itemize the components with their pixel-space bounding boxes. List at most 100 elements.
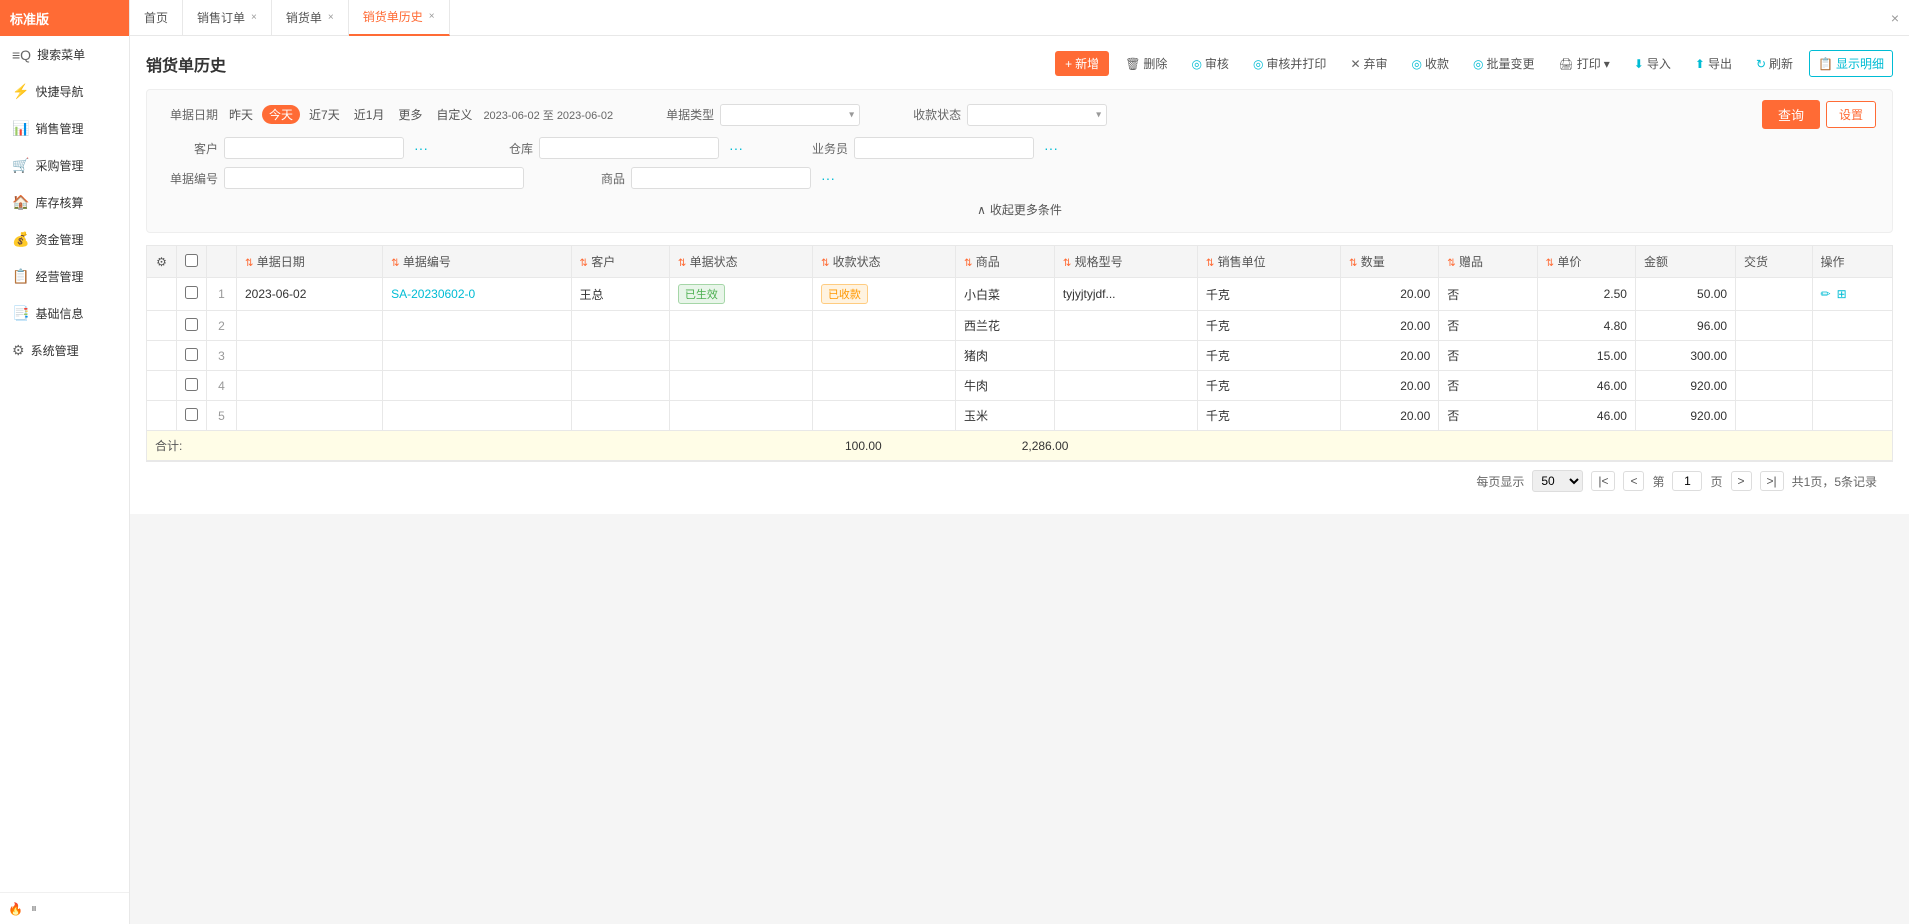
row-doc-no[interactable] — [383, 311, 571, 341]
customer-input[interactable] — [224, 137, 404, 159]
tab-home[interactable]: 首页 — [130, 0, 183, 36]
sort-icon[interactable]: ⇅ — [1206, 258, 1214, 269]
customer-dots[interactable]: ··· — [410, 140, 432, 156]
sidebar-item-ops-mgmt[interactable]: 📋 经营管理 — [0, 258, 129, 295]
sort-icon[interactable]: ⇅ — [580, 258, 588, 269]
show-detail-button[interactable]: 📋 显示明细 — [1809, 50, 1893, 77]
close-sales-history-icon[interactable]: × — [429, 11, 435, 22]
abandon-button[interactable]: ✕ 弃审 — [1342, 51, 1395, 76]
goods-input[interactable] — [631, 167, 811, 189]
batch-change-button[interactable]: ◎ 批量变更 — [1465, 51, 1543, 76]
sidebar-item-basic-info[interactable]: 📑 基础信息 — [0, 295, 129, 332]
staff-dots[interactable]: ··· — [1040, 140, 1062, 156]
edit-action[interactable]: ✏ — [1821, 287, 1831, 301]
refresh-button[interactable]: ↻ 刷新 — [1748, 51, 1801, 76]
export-button[interactable]: ⬆ 导出 — [1687, 51, 1740, 76]
col-gift[interactable]: ⇅ 赠品 — [1439, 246, 1537, 278]
warehouse-dots[interactable]: ··· — [725, 140, 747, 156]
sidebar-bottom-icon1[interactable]: 🔥 — [8, 902, 23, 916]
col-settings[interactable]: ⚙ — [147, 246, 177, 278]
col-spec[interactable]: ⇅ 规格型号 — [1054, 246, 1197, 278]
close-sales-delivery-icon[interactable]: × — [328, 12, 334, 23]
col-pay-status[interactable]: ⇅ 收款状态 — [812, 246, 955, 278]
sidebar-item-sales-mgmt[interactable]: 📊 销售管理 — [0, 110, 129, 147]
row-doc-no[interactable] — [383, 401, 571, 431]
row-checkbox-cell[interactable] — [177, 401, 207, 431]
col-checkbox[interactable] — [177, 246, 207, 278]
first-page-button[interactable]: |< — [1591, 471, 1615, 491]
col-unit[interactable]: ⇅ 销售单位 — [1197, 246, 1340, 278]
sort-icon[interactable]: ⇅ — [1447, 258, 1455, 269]
payment-status-select[interactable] — [967, 104, 1107, 126]
tabs-close-all[interactable]: × — [1891, 10, 1909, 26]
goods-dots[interactable]: ··· — [817, 170, 839, 186]
delete-button[interactable]: 🗑 删除 — [1117, 51, 1175, 76]
row-checkbox-cell[interactable] — [177, 311, 207, 341]
audit-button[interactable]: ◎ 审核 — [1183, 51, 1237, 76]
tab-sales-history[interactable]: 销货单历史 × — [349, 0, 450, 36]
row-checkbox[interactable] — [185, 286, 198, 299]
col-doc-status[interactable]: ⇅ 单据状态 — [669, 246, 812, 278]
setup-button[interactable]: 设置 — [1826, 101, 1876, 128]
last-page-button[interactable]: >| — [1760, 471, 1784, 491]
row-checkbox-cell[interactable] — [177, 278, 207, 311]
sort-icon[interactable]: ⇅ — [1063, 258, 1071, 269]
close-sales-order-icon[interactable]: × — [251, 12, 257, 23]
doc-type-select[interactable] — [720, 104, 860, 126]
shortcut-today[interactable]: 今天 — [262, 105, 300, 124]
row-checkbox[interactable] — [185, 348, 198, 361]
sort-icon[interactable]: ⇅ — [821, 258, 829, 269]
row-doc-no[interactable] — [383, 371, 571, 401]
query-button[interactable]: 查询 — [1762, 100, 1820, 129]
col-goods[interactable]: ⇅ 商品 — [956, 246, 1055, 278]
sort-icon[interactable]: ⇅ — [1349, 258, 1357, 269]
prev-page-button[interactable]: < — [1623, 471, 1644, 491]
shortcut-custom[interactable]: 自定义 — [431, 105, 477, 124]
row-checkbox[interactable] — [185, 318, 198, 331]
sidebar-item-search-menu[interactable]: ≡Q 搜索菜单 — [0, 36, 129, 73]
sidebar-item-funds-mgmt[interactable]: 💰 资金管理 — [0, 221, 129, 258]
tab-sales-order[interactable]: 销售订单 × — [183, 0, 272, 36]
per-page-select[interactable]: 50 100 200 — [1532, 470, 1583, 492]
audit-print-button[interactable]: ◎ 审核并打印 — [1245, 51, 1335, 76]
row-checkbox-cell[interactable] — [177, 341, 207, 371]
sidebar-item-quick-nav[interactable]: ⚡ 快捷导航 — [0, 73, 129, 110]
sort-icon[interactable]: ⇅ — [964, 258, 972, 269]
sidebar-item-purchase-mgmt[interactable]: 🛒 采购管理 — [0, 147, 129, 184]
select-all-checkbox[interactable] — [185, 254, 198, 267]
docno-input[interactable] — [224, 167, 524, 189]
shortcut-yesterday[interactable]: 昨天 — [224, 105, 258, 124]
import-button[interactable]: ⬇ 导入 — [1626, 51, 1679, 76]
row-checkbox-cell[interactable] — [177, 371, 207, 401]
collapse-button[interactable]: ∧ 收起更多条件 — [163, 197, 1876, 222]
row-doc-no[interactable] — [383, 341, 571, 371]
col-price[interactable]: ⇅ 单价 — [1537, 246, 1635, 278]
row-checkbox[interactable] — [185, 408, 198, 421]
collect-button[interactable]: ◎ 收款 — [1404, 51, 1458, 76]
col-customer[interactable]: ⇅ 客户 — [571, 246, 669, 278]
col-doc-no[interactable]: ⇅ 单据编号 — [383, 246, 571, 278]
sort-icon[interactable]: ⇅ — [1546, 258, 1554, 269]
page-number-input[interactable] — [1672, 471, 1702, 491]
row-doc-no[interactable]: SA-20230602-0 — [383, 278, 571, 311]
sort-icon[interactable]: ⇅ — [245, 258, 253, 269]
print-button[interactable]: 🖨 打印 ▾ — [1551, 51, 1618, 76]
shortcut-7days[interactable]: 近7天 — [304, 105, 345, 124]
staff-input[interactable] — [854, 137, 1034, 159]
sort-icon[interactable]: ⇅ — [678, 258, 686, 269]
more-action[interactable]: ⊞ — [1837, 287, 1847, 301]
sidebar-item-inventory[interactable]: 🏠 库存核算 — [0, 184, 129, 221]
shortcut-more[interactable]: 更多 — [393, 105, 427, 124]
tab-sales-delivery[interactable]: 销货单 × — [272, 0, 349, 36]
new-button[interactable]: + 新增 — [1055, 51, 1109, 76]
col-amount[interactable]: 金额 — [1635, 246, 1735, 278]
shortcut-1month[interactable]: 近1月 — [349, 105, 390, 124]
sidebar-bottom-icon2[interactable]: ⏸ — [31, 901, 37, 916]
sidebar-item-sys-mgmt[interactable]: ⚙ 系统管理 — [0, 332, 129, 369]
sort-icon[interactable]: ⇅ — [391, 258, 399, 269]
doc-no-link[interactable]: SA-20230602-0 — [391, 287, 475, 301]
warehouse-input[interactable] — [539, 137, 719, 159]
next-page-button[interactable]: > — [1731, 471, 1752, 491]
col-delivery[interactable]: 交货 — [1736, 246, 1812, 278]
row-checkbox[interactable] — [185, 378, 198, 391]
